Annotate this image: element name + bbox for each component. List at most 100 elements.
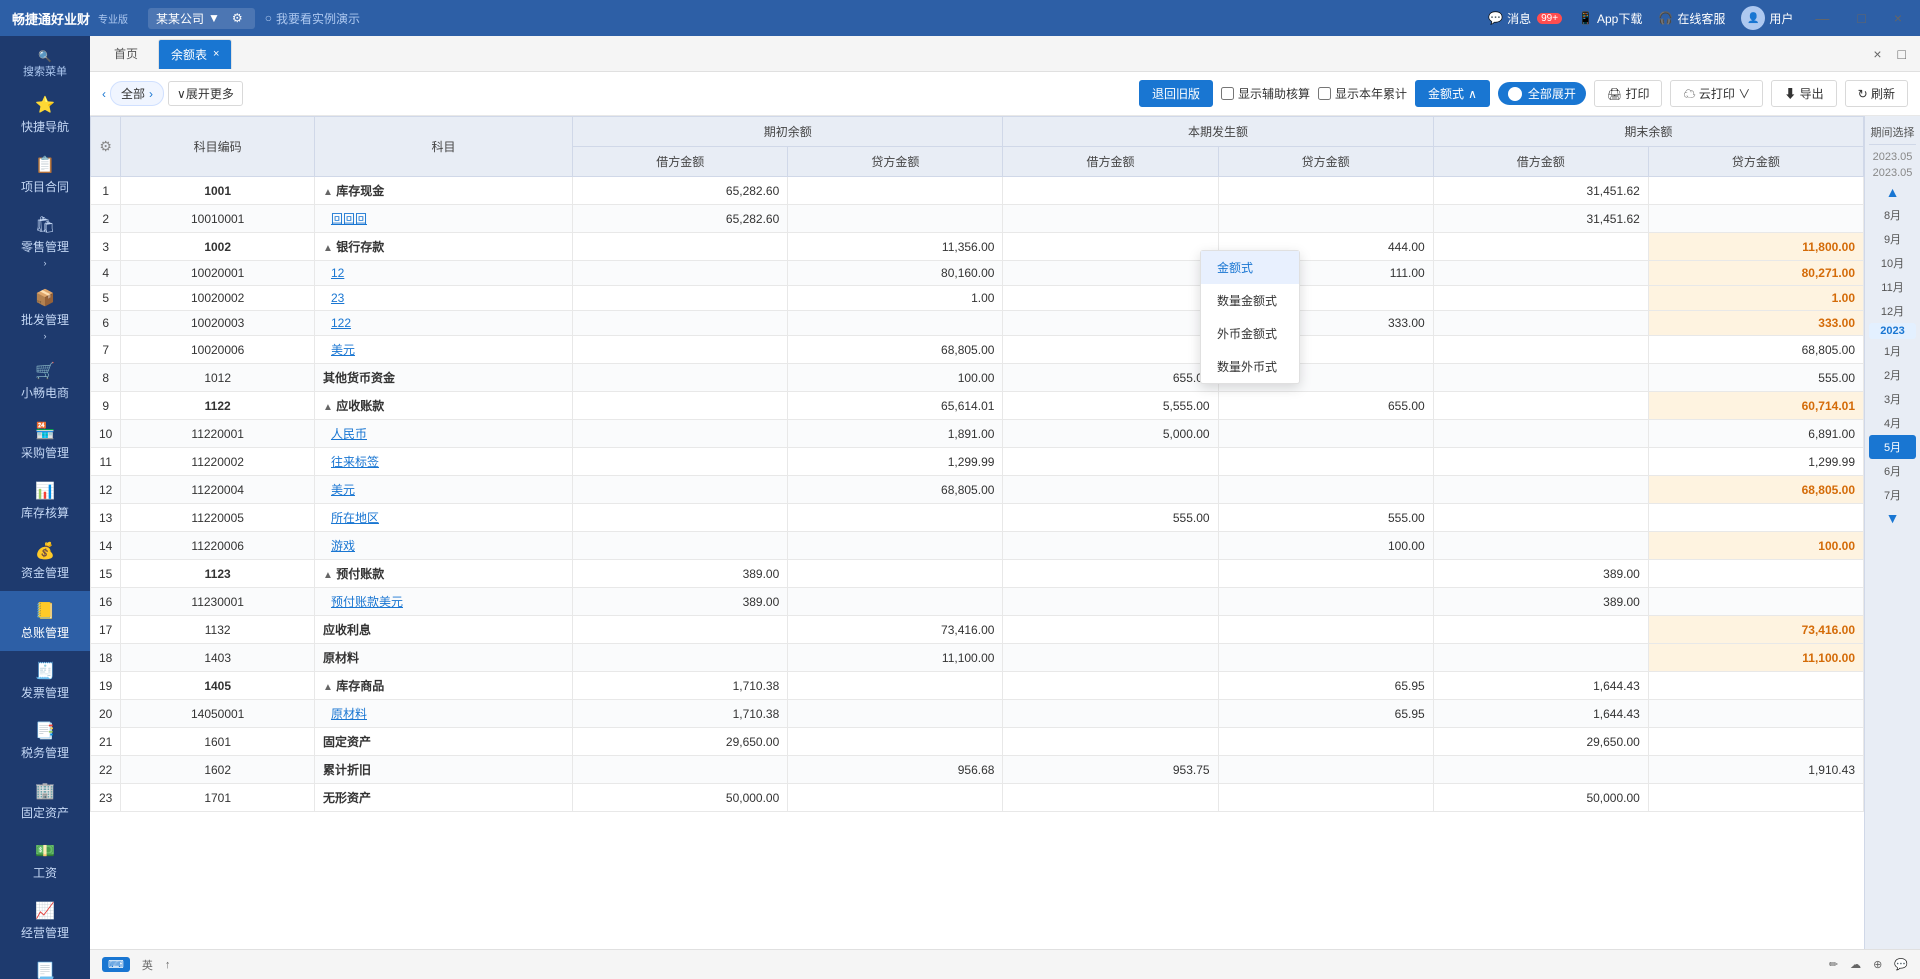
show-assist-checkbox[interactable]: 显示辅助核算	[1221, 85, 1310, 102]
breadcrumb-area: ‹ 全部 › ∨ 展开更多	[102, 81, 243, 106]
online-service-btn[interactable]: 🎧 在线客服	[1658, 10, 1725, 27]
row-name[interactable]: 人民币	[314, 420, 572, 448]
row-amount	[1218, 476, 1433, 504]
nav-up-arrow[interactable]: ▲	[1869, 181, 1916, 203]
sidebar-item-tax[interactable]: 📑 税务管理	[0, 711, 90, 771]
export-btn[interactable]: ⬇ 导出	[1771, 80, 1836, 107]
month-9[interactable]: 9月	[1869, 227, 1916, 251]
assist-checkbox-input[interactable]	[1221, 87, 1234, 100]
format-option-foreign-amount[interactable]: 外币金额式	[1201, 317, 1299, 350]
window-max-btn[interactable]: □	[1851, 8, 1871, 28]
month-8[interactable]: 8月	[1869, 203, 1916, 227]
sidebar-item-invoice[interactable]: 🧾 发票管理	[0, 651, 90, 711]
row-name[interactable]: 原材料	[314, 700, 572, 728]
tab-home[interactable]: 首页	[98, 37, 154, 70]
sidebar-item-inventory[interactable]: 📊 库存核算	[0, 471, 90, 531]
keyboard-icon[interactable]: ⌨	[102, 957, 130, 972]
month-1[interactable]: 1月	[1869, 339, 1916, 363]
chat-icon[interactable]: 💬	[1894, 958, 1908, 971]
search-icon: 🔍	[4, 50, 86, 63]
month-7[interactable]: 7月	[1869, 483, 1916, 507]
row-name[interactable]: 预付账款美元	[314, 588, 572, 616]
ytd-checkbox-input[interactable]	[1318, 87, 1331, 100]
month-5[interactable]: 5月	[1869, 435, 1916, 459]
format-option-qty-amount[interactable]: 数量金额式	[1201, 284, 1299, 317]
cloud-print-btn[interactable]: ☁ 云打印 ∨	[1670, 80, 1763, 107]
th-opening-group: 期初余额	[573, 117, 1003, 147]
sidebar-item-assets[interactable]: 🏢 固定资产	[0, 771, 90, 831]
company-selector[interactable]: 某某公司 ▼ ⚙	[148, 8, 255, 29]
row-name[interactable]: 美元	[314, 476, 572, 504]
tab-close-btn[interactable]: ×	[213, 48, 219, 60]
settings-icon[interactable]: ⚙	[232, 11, 243, 25]
sidebar-item-project[interactable]: 📋 项目合同	[0, 145, 90, 205]
table-row: 610020003122333.00333.00	[91, 311, 1864, 336]
print-btn[interactable]: 🖨 打印	[1594, 80, 1663, 107]
month-4[interactable]: 4月	[1869, 411, 1916, 435]
add-icon[interactable]: ⊕	[1873, 958, 1882, 971]
arrow-up-icon[interactable]: ↑	[165, 959, 171, 971]
month-10[interactable]: 10月	[1869, 251, 1916, 275]
row-name[interactable]: 所在地区	[314, 504, 572, 532]
content-window-max-btn[interactable]: □	[1892, 44, 1912, 64]
row-amount	[1003, 700, 1218, 728]
row-amount: 65,614.01	[788, 392, 1003, 420]
row-name[interactable]: 回回回	[314, 205, 572, 233]
demo-link[interactable]: 我要看实例演示	[265, 10, 360, 27]
sidebar-item-ledger[interactable]: 📒 总账管理	[0, 591, 90, 651]
sidebar-item-finance[interactable]: 💰 资金管理	[0, 531, 90, 591]
month-11[interactable]: 11月	[1869, 275, 1916, 299]
table-row: 11001▲ 库存现金65,282.6031,451.62	[91, 177, 1864, 205]
sidebar-item-ecommerce[interactable]: 🛒 小畅电商	[0, 351, 90, 411]
format-dropdown-btn[interactable]: 金额式 ∧	[1415, 80, 1490, 107]
row-name[interactable]: 122	[314, 311, 572, 336]
show-ytd-checkbox[interactable]: 显示本年累计	[1318, 85, 1407, 102]
breadcrumb-all-btn[interactable]: 全部 ›	[110, 81, 164, 106]
tab-balance[interactable]: 余额表 ×	[158, 39, 232, 69]
sidebar-item-operations[interactable]: 📈 经营管理	[0, 891, 90, 951]
sidebar-item-quick-nav[interactable]: ⭐ 快捷导航	[0, 85, 90, 145]
refresh-btn[interactable]: ↻ 刷新	[1845, 80, 1908, 107]
messages-btn[interactable]: 💬 消息 99+	[1488, 10, 1562, 27]
back-old-version-btn[interactable]: 退回旧版	[1139, 80, 1213, 107]
lang-en-btn[interactable]: 英	[142, 957, 153, 973]
row-amount: 389.00	[1433, 588, 1648, 616]
format-option-qty-foreign[interactable]: 数量外币式	[1201, 350, 1299, 383]
row-amount	[573, 756, 788, 784]
month-6[interactable]: 6月	[1869, 459, 1916, 483]
expand-more-btn[interactable]: ∨ 展开更多	[168, 81, 243, 106]
user-area[interactable]: 👤 用户	[1741, 6, 1793, 30]
sidebar-item-salary[interactable]: 💵 工资	[0, 831, 90, 891]
inventory-icon: 📊	[35, 481, 55, 501]
row-name[interactable]: 往来标签	[314, 448, 572, 476]
cloud-sync-icon[interactable]: ☁	[1850, 958, 1861, 971]
format-option-amount[interactable]: 金额式	[1201, 251, 1299, 284]
column-settings-icon[interactable]: ⚙	[99, 138, 112, 154]
row-amount	[788, 532, 1003, 560]
row-name[interactable]: 游戏	[314, 532, 572, 560]
nav-down-arrow[interactable]: ▼	[1869, 507, 1916, 529]
month-3[interactable]: 3月	[1869, 387, 1916, 411]
row-amount: 11,356.00	[788, 233, 1003, 261]
sidebar-item-reports[interactable]: 📃 小畅报销	[0, 951, 90, 979]
month-12[interactable]: 12月	[1869, 299, 1916, 323]
content-window-close-btn[interactable]: ×	[1867, 44, 1887, 64]
expand-all-toggle[interactable]: 全部展开	[1498, 82, 1586, 105]
edit-icon[interactable]: ✏	[1829, 958, 1838, 971]
row-name[interactable]: 美元	[314, 336, 572, 364]
th-period-group: 本期发生额	[1003, 117, 1433, 147]
sidebar-item-purchase[interactable]: 🏪 采购管理	[0, 411, 90, 471]
window-close-btn[interactable]: ×	[1888, 8, 1908, 28]
back-nav-icon[interactable]: ‹	[102, 87, 106, 101]
row-name[interactable]: 12	[314, 261, 572, 286]
search-menu[interactable]: 🔍 搜索菜单	[0, 44, 90, 85]
row-amount	[1433, 286, 1648, 311]
month-2[interactable]: 2月	[1869, 363, 1916, 387]
row-name[interactable]: 23	[314, 286, 572, 311]
app-download-btn[interactable]: 📱 App下载	[1578, 10, 1642, 27]
window-min-btn[interactable]: —	[1809, 8, 1835, 28]
sidebar-item-retail[interactable]: 🛍 零售管理 ›	[0, 205, 90, 278]
row-amount: 31,451.62	[1433, 205, 1648, 233]
sidebar-item-wholesale[interactable]: 📦 批发管理 ›	[0, 278, 90, 351]
row-amount: 1,644.43	[1433, 672, 1648, 700]
